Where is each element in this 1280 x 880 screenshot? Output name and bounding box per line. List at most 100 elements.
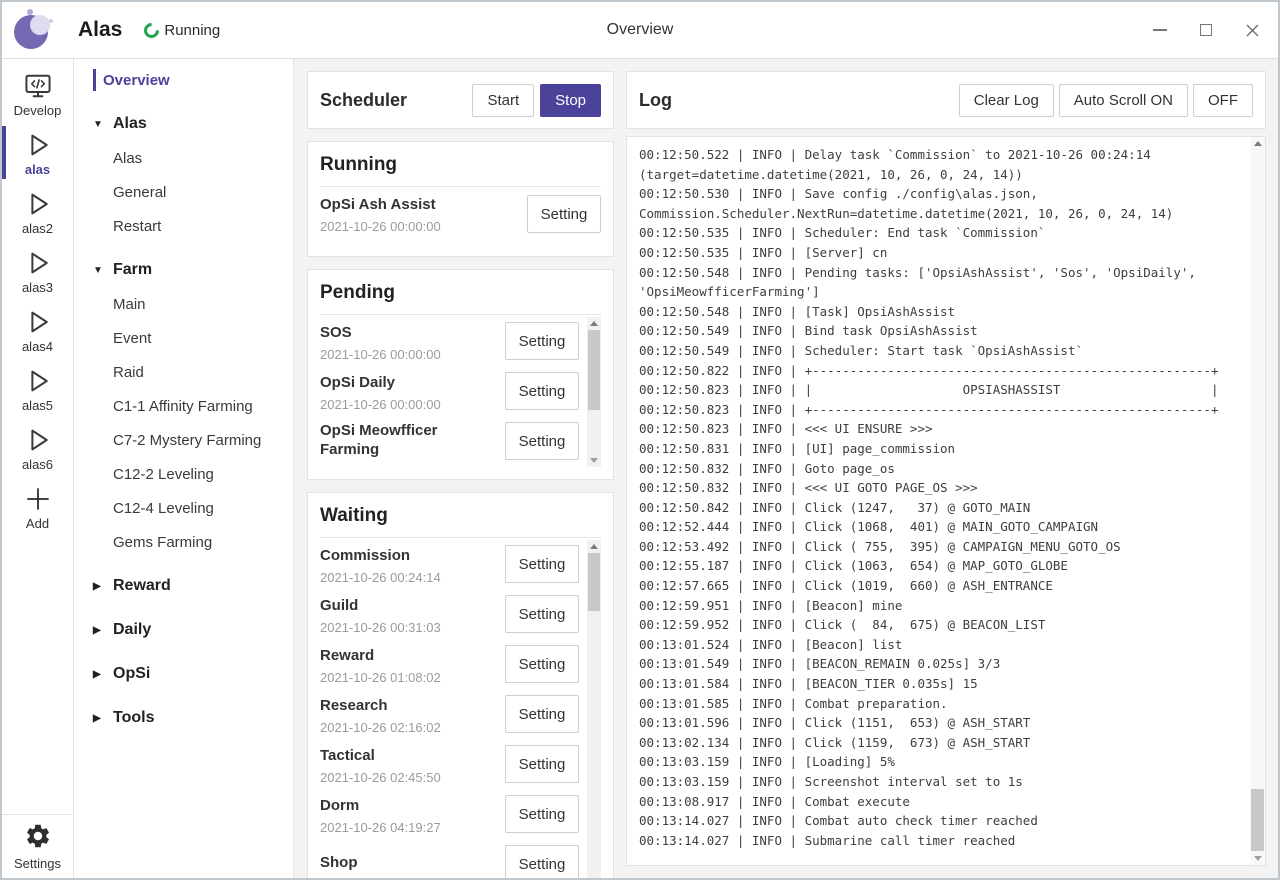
nav-item[interactable]: C7-2 Mystery Farming [93, 423, 293, 457]
scroll-down-icon[interactable] [587, 877, 601, 878]
task-row: OpSi Ash Assist 2021-10-26 00:00:00 Sett… [320, 189, 601, 239]
log-line: 00:12:50.823 | INFO | | OPSIASHASSIST | [639, 380, 1237, 400]
setting-button[interactable]: Setting [505, 745, 579, 783]
log-line: 00:12:59.951 | INFO | [Beacon] mine [639, 596, 1237, 616]
nav-item[interactable]: ▼ Alas [93, 107, 293, 141]
pending-scrollbar[interactable] [587, 317, 601, 467]
task-name: Research [320, 696, 480, 715]
profile-item[interactable]: alas6 [2, 418, 73, 477]
task-next-run-time: 2021-10-26 02:16:02 [320, 720, 505, 735]
setting-button[interactable]: Setting [505, 322, 579, 360]
profile-item[interactable]: Add [2, 477, 73, 536]
log-line: 00:13:02.134 | INFO | Click (1159, 673) … [639, 733, 1237, 753]
profile-item-label: Add [26, 516, 49, 531]
start-button[interactable]: Start [472, 84, 534, 117]
log-line: 00:12:59.952 | INFO | Click ( 84, 675) @… [639, 615, 1237, 635]
nav-item[interactable]: Event [93, 321, 293, 355]
profile-item[interactable]: alas3 [2, 241, 73, 300]
nav-item[interactable]: Overview [93, 63, 293, 97]
log-line: 00:12:50.832 | INFO | <<< UI GOTO PAGE_O… [639, 478, 1237, 498]
nav-item-label: Raid [113, 364, 144, 381]
nav-item[interactable]: C12-2 Leveling [93, 457, 293, 491]
scroll-down-icon[interactable] [587, 454, 601, 467]
profile-item[interactable]: alas [2, 123, 73, 182]
setting-button[interactable]: Setting [505, 645, 579, 683]
setting-button[interactable]: Setting [505, 845, 579, 878]
waiting-scrollbar[interactable] [587, 540, 601, 878]
log-line: 00:12:50.831 | INFO | [UI] page_commissi… [639, 439, 1237, 459]
nav-item-label: C7-2 Mystery Farming [113, 432, 261, 449]
scrollbar-thumb[interactable] [588, 553, 600, 611]
profile-item[interactable]: alas4 [2, 300, 73, 359]
nav-item[interactable]: ▶ OpSi [93, 657, 293, 691]
running-spinner-icon [141, 19, 162, 40]
scroll-up-icon[interactable] [1250, 137, 1265, 150]
scrollbar-thumb[interactable] [588, 330, 600, 410]
task-next-run-time: 2021-10-26 01:08:02 [320, 670, 505, 685]
maximize-icon[interactable] [1198, 22, 1214, 38]
profile-item[interactable]: alas2 [2, 182, 73, 241]
task-row: Commission 2021-10-26 00:24:14 Setting [320, 540, 579, 590]
nav-item[interactable]: Main [93, 287, 293, 321]
log-line: 00:12:50.822 | INFO | +-----------------… [639, 361, 1237, 381]
titlebar: Alas Running Overview [2, 2, 1278, 59]
nav-item-label: Alas [113, 115, 147, 133]
main-content: Develop alas alas2 alas3 alas4 alas5 [2, 59, 1278, 878]
profile-item-label: alas2 [22, 221, 53, 236]
clear-log-button[interactable]: Clear Log [959, 84, 1054, 117]
setting-button[interactable]: Setting [505, 545, 579, 583]
log-line: 00:13:01.584 | INFO | [BEACON_TIER 0.035… [639, 674, 1237, 694]
section-arrow-icon: ▶ [93, 625, 113, 636]
setting-button[interactable]: Setting [505, 422, 579, 460]
log-line: 00:12:50.535 | INFO | [Server] cn [639, 243, 1237, 263]
scroll-up-icon[interactable] [587, 317, 601, 330]
scroll-up-icon[interactable] [587, 540, 601, 553]
setting-button[interactable]: Setting [505, 372, 579, 410]
task-row: SOS 2021-10-26 00:00:00 Setting [320, 317, 579, 367]
profile-item[interactable]: Develop [2, 64, 73, 123]
log-line: 00:12:57.665 | INFO | Click (1019, 660) … [639, 576, 1237, 596]
task-name: OpSi Meowfficer Farming [320, 421, 480, 459]
task-name: OpSi Daily [320, 373, 480, 392]
nav-item[interactable]: C12-4 Leveling [93, 491, 293, 525]
log-line: 00:13:08.917 | INFO | Combat execute [639, 792, 1237, 812]
auto-scroll-on-button[interactable]: Auto Scroll ON [1059, 84, 1188, 117]
pending-title: Pending [320, 282, 601, 315]
close-icon[interactable] [1244, 22, 1260, 38]
log-line: 00:12:50.548 | INFO | [Task] OpsiAshAssi… [639, 302, 1237, 322]
nav-menu: Overview ▼ Alas Alas General Restart ▼ F… [74, 59, 294, 878]
log-line: 00:12:50.832 | INFO | Goto page_os [639, 459, 1237, 479]
nav-item[interactable]: Restart [93, 209, 293, 243]
nav-item-label: Reward [113, 577, 171, 595]
task-next-run-time: 2021-10-26 00:00:00 [320, 347, 505, 362]
section-arrow-icon: ▶ [93, 713, 113, 724]
scrollbar-thumb[interactable] [1251, 789, 1264, 851]
nav-item[interactable]: Gems Farming [93, 525, 293, 559]
task-next-run-time: 2021-10-26 04:19:27 [320, 820, 505, 835]
settings-button[interactable]: Settings [2, 814, 73, 878]
nav-item[interactable]: General [93, 175, 293, 209]
setting-button[interactable]: Setting [505, 695, 579, 733]
stop-button[interactable]: Stop [540, 84, 601, 117]
setting-button[interactable]: Setting [505, 795, 579, 833]
nav-item[interactable]: ▼ Farm [93, 253, 293, 287]
nav-item[interactable]: ▶ Tools [93, 701, 293, 735]
nav-item[interactable]: C1-1 Affinity Farming [93, 389, 293, 423]
profile-item[interactable]: alas5 [2, 359, 73, 418]
play-icon [23, 188, 53, 220]
setting-button[interactable]: Setting [505, 595, 579, 633]
nav-item[interactable]: ▶ Daily [93, 613, 293, 647]
setting-button[interactable]: Setting [527, 195, 601, 233]
nav-item[interactable]: ▶ Reward [93, 569, 293, 603]
play-icon [23, 247, 53, 279]
log-scrollbar[interactable] [1250, 137, 1265, 865]
play-icon [23, 365, 53, 397]
nav-item[interactable]: Raid [93, 355, 293, 389]
window-controls [1152, 22, 1278, 38]
minimize-icon[interactable] [1152, 22, 1168, 38]
scroll-down-icon[interactable] [1250, 852, 1265, 865]
nav-item[interactable]: Alas [93, 141, 293, 175]
log-line: 00:13:01.549 | INFO | [BEACON_REMAIN 0.0… [639, 654, 1237, 674]
auto-scroll-off-button[interactable]: OFF [1193, 84, 1253, 117]
log-line: 00:12:50.549 | INFO | Bind task OpsiAshA… [639, 321, 1237, 341]
